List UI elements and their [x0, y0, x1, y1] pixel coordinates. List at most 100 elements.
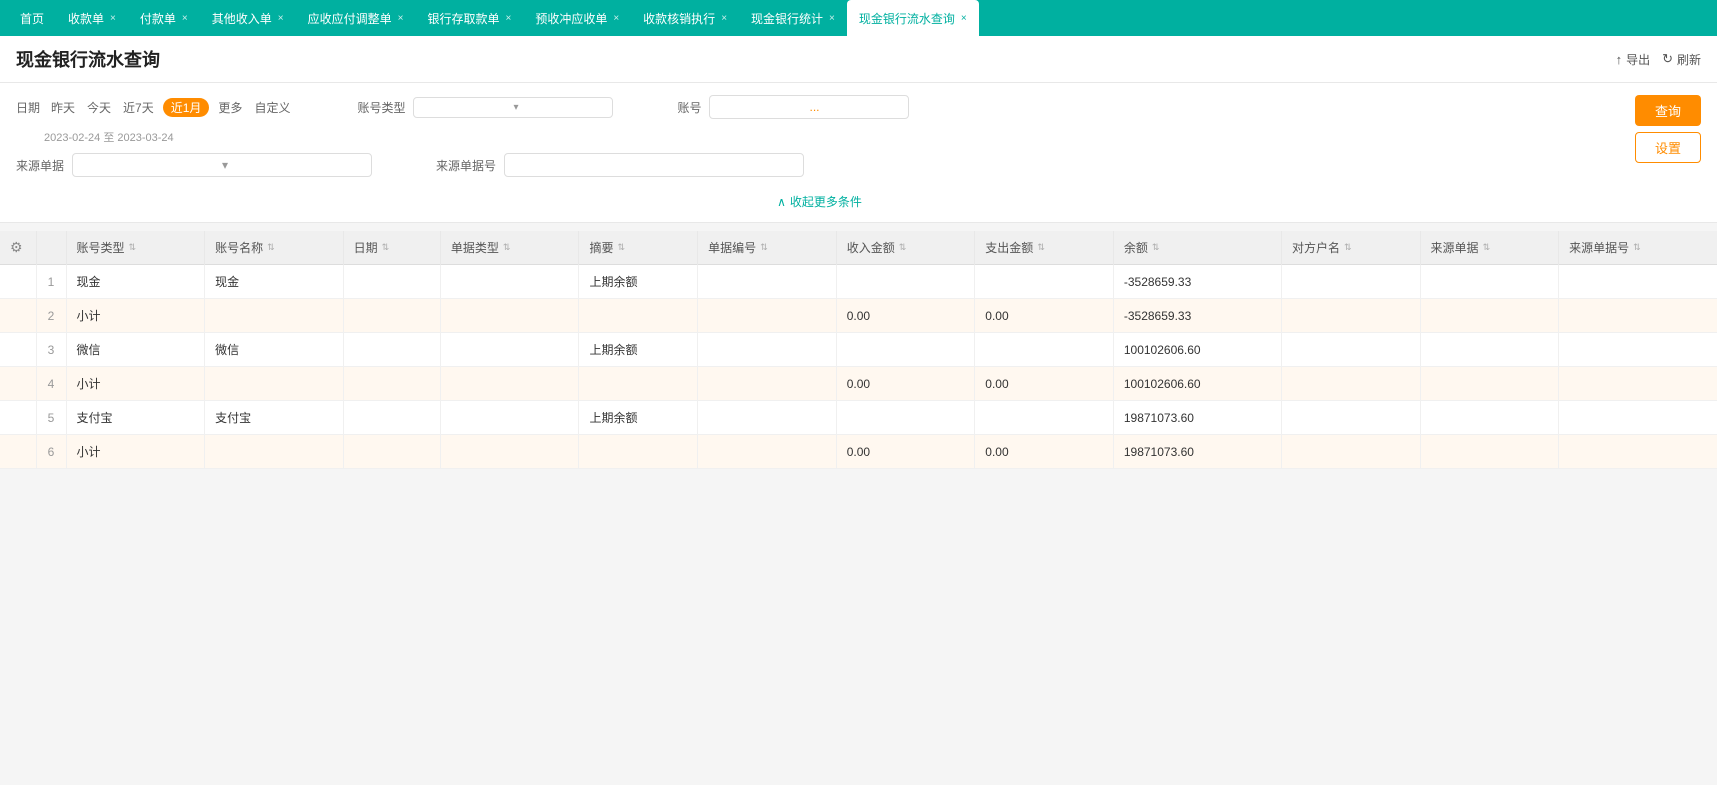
filter-main: 日期 昨天 今天 近7天 近1月 更多 自定义 账号类型 ▾ [16, 95, 1701, 210]
close-icon[interactable]: × [613, 13, 619, 24]
source-doc-select[interactable]: ▾ [72, 153, 372, 177]
date-custom[interactable]: 自定义 [251, 98, 293, 117]
close-icon[interactable]: × [961, 13, 967, 24]
td-account-name [205, 299, 344, 333]
td-doc-type [440, 401, 579, 435]
page-header: 现金银行流水查询 ↑ 导出 ↻ 刷新 [0, 36, 1717, 83]
sort-icon: ⇅ [760, 242, 768, 253]
table-section: ⚙ 账号类型⇅ 账号名称⇅ 日期⇅ 单据类型⇅ 摘要⇅ [0, 231, 1717, 469]
td-counterparty [1281, 265, 1420, 299]
export-button[interactable]: ↑ 导出 [1616, 51, 1651, 68]
table-row: 4小计0.000.00100102606.60 [0, 367, 1717, 401]
refresh-button[interactable]: ↻ 刷新 [1662, 51, 1701, 68]
query-button[interactable]: 查询 [1635, 95, 1701, 126]
account-no-select[interactable]: ... [709, 95, 909, 119]
td-account-type: 支付宝 [66, 401, 205, 435]
th-source-doc-no[interactable]: 来源单据号⇅ [1559, 231, 1717, 265]
td-index: 3 [36, 333, 66, 367]
date-7days[interactable]: 近7天 [120, 98, 157, 117]
filter-row-1: 日期 昨天 今天 近7天 近1月 更多 自定义 账号类型 ▾ [16, 95, 1623, 119]
th-doc-type[interactable]: 单据类型⇅ [440, 231, 579, 265]
close-icon[interactable]: × [110, 13, 116, 24]
header-actions: ↑ 导出 ↻ 刷新 [1616, 51, 1701, 68]
nav-tab-qitashouruda[interactable]: 其他收入单 × [200, 0, 296, 36]
date-yesterday[interactable]: 昨天 [48, 98, 78, 117]
table-body: 1现金现金上期余额-3528659.332小计0.000.00-3528659.… [0, 265, 1717, 469]
source-doc-label: 来源单据 [16, 157, 64, 174]
tab-label: 收款单 [68, 10, 104, 27]
td-doc-type [440, 367, 579, 401]
td-balance: -3528659.33 [1113, 265, 1281, 299]
collapse-bar[interactable]: ∧ 收起更多条件 [16, 187, 1623, 210]
td-doc-no [698, 367, 837, 401]
nav-tab-shoukundan[interactable]: 收款单 × [56, 0, 128, 36]
export-icon: ↑ [1616, 52, 1623, 67]
tab-label: 现金银行流水查询 [859, 10, 955, 27]
td-source-doc [1420, 299, 1559, 333]
close-icon[interactable]: × [505, 13, 511, 24]
refresh-icon: ↻ [1662, 51, 1673, 67]
th-gear: ⚙ [0, 231, 36, 265]
gear-icon[interactable]: ⚙ [10, 239, 23, 255]
th-counterparty[interactable]: 对方户名⇅ [1281, 231, 1420, 265]
td-date [343, 435, 440, 469]
close-icon[interactable]: × [829, 13, 835, 24]
sort-icon: ⇅ [129, 242, 137, 253]
nav-tab-yushouzhang[interactable]: 预收冲应收单 × [523, 0, 631, 36]
td-source-doc [1420, 367, 1559, 401]
nav-tab-fukundan[interactable]: 付款单 × [128, 0, 200, 36]
td-source-doc-no [1559, 435, 1717, 469]
td-cell [0, 367, 36, 401]
date-today[interactable]: 今天 [84, 98, 114, 117]
th-index [36, 231, 66, 265]
td-source-doc-no [1559, 333, 1717, 367]
th-income[interactable]: 收入金额⇅ [836, 231, 975, 265]
th-balance[interactable]: 余额⇅ [1113, 231, 1281, 265]
nav-tab-yinhangcunqu[interactable]: 银行存取款单 × [415, 0, 523, 36]
date-range-display: 2023-02-24 至 2023-03-24 [44, 132, 174, 144]
chevron-down-icon-2: ▾ [222, 158, 363, 172]
td-doc-no [698, 401, 837, 435]
source-doc-num-input[interactable] [504, 153, 804, 177]
td-account-type: 现金 [66, 265, 205, 299]
td-doc-type [440, 299, 579, 333]
td-summary: 上期余额 [579, 401, 698, 435]
td-income: 0.00 [836, 367, 975, 401]
date-more[interactable]: 更多 [215, 98, 245, 117]
nav-tab-xianjinyinhang[interactable]: 现金银行统计 × [739, 0, 847, 36]
td-balance: 100102606.60 [1113, 333, 1281, 367]
th-account-type[interactable]: 账号类型⇅ [66, 231, 205, 265]
source-doc-num-label: 来源单据号 [436, 157, 496, 174]
th-doc-no[interactable]: 单据编号⇅ [698, 231, 837, 265]
td-cell [0, 435, 36, 469]
nav-tab-yingshoutiaozheng[interactable]: 应收应付调整单 × [296, 0, 416, 36]
th-account-name[interactable]: 账号名称⇅ [205, 231, 344, 265]
td-index: 2 [36, 299, 66, 333]
td-counterparty [1281, 435, 1420, 469]
tab-label: 现金银行统计 [751, 10, 823, 27]
td-index: 5 [36, 401, 66, 435]
nav-home[interactable]: 首页 [8, 0, 56, 36]
settings-button[interactable]: 设置 [1635, 132, 1701, 163]
date-1month[interactable]: 近1月 [163, 98, 210, 117]
account-type-select[interactable]: ▾ [413, 97, 613, 118]
td-account-type: 小计 [66, 435, 205, 469]
td-balance: 19871073.60 [1113, 401, 1281, 435]
close-icon[interactable]: × [398, 13, 404, 24]
close-icon[interactable]: × [182, 13, 188, 24]
th-summary[interactable]: 摘要⇅ [579, 231, 698, 265]
th-source-doc[interactable]: 来源单据⇅ [1420, 231, 1559, 265]
nav-tab-shoukuanhexiao[interactable]: 收款核销执行 × [631, 0, 739, 36]
nav-tab-liushuichaxun[interactable]: 现金银行流水查询 × [847, 0, 979, 36]
th-expense[interactable]: 支出金额⇅ [975, 231, 1114, 265]
sort-icon: ⇅ [382, 242, 390, 253]
account-no-label: 账号 [677, 99, 701, 116]
th-date[interactable]: 日期⇅ [343, 231, 440, 265]
close-icon[interactable]: × [721, 13, 727, 24]
close-icon[interactable]: × [278, 13, 284, 24]
td-expense: 0.00 [975, 435, 1114, 469]
td-counterparty [1281, 333, 1420, 367]
account-no-dots[interactable]: ... [809, 100, 900, 114]
td-date [343, 401, 440, 435]
tab-label: 应收应付调整单 [308, 10, 392, 27]
